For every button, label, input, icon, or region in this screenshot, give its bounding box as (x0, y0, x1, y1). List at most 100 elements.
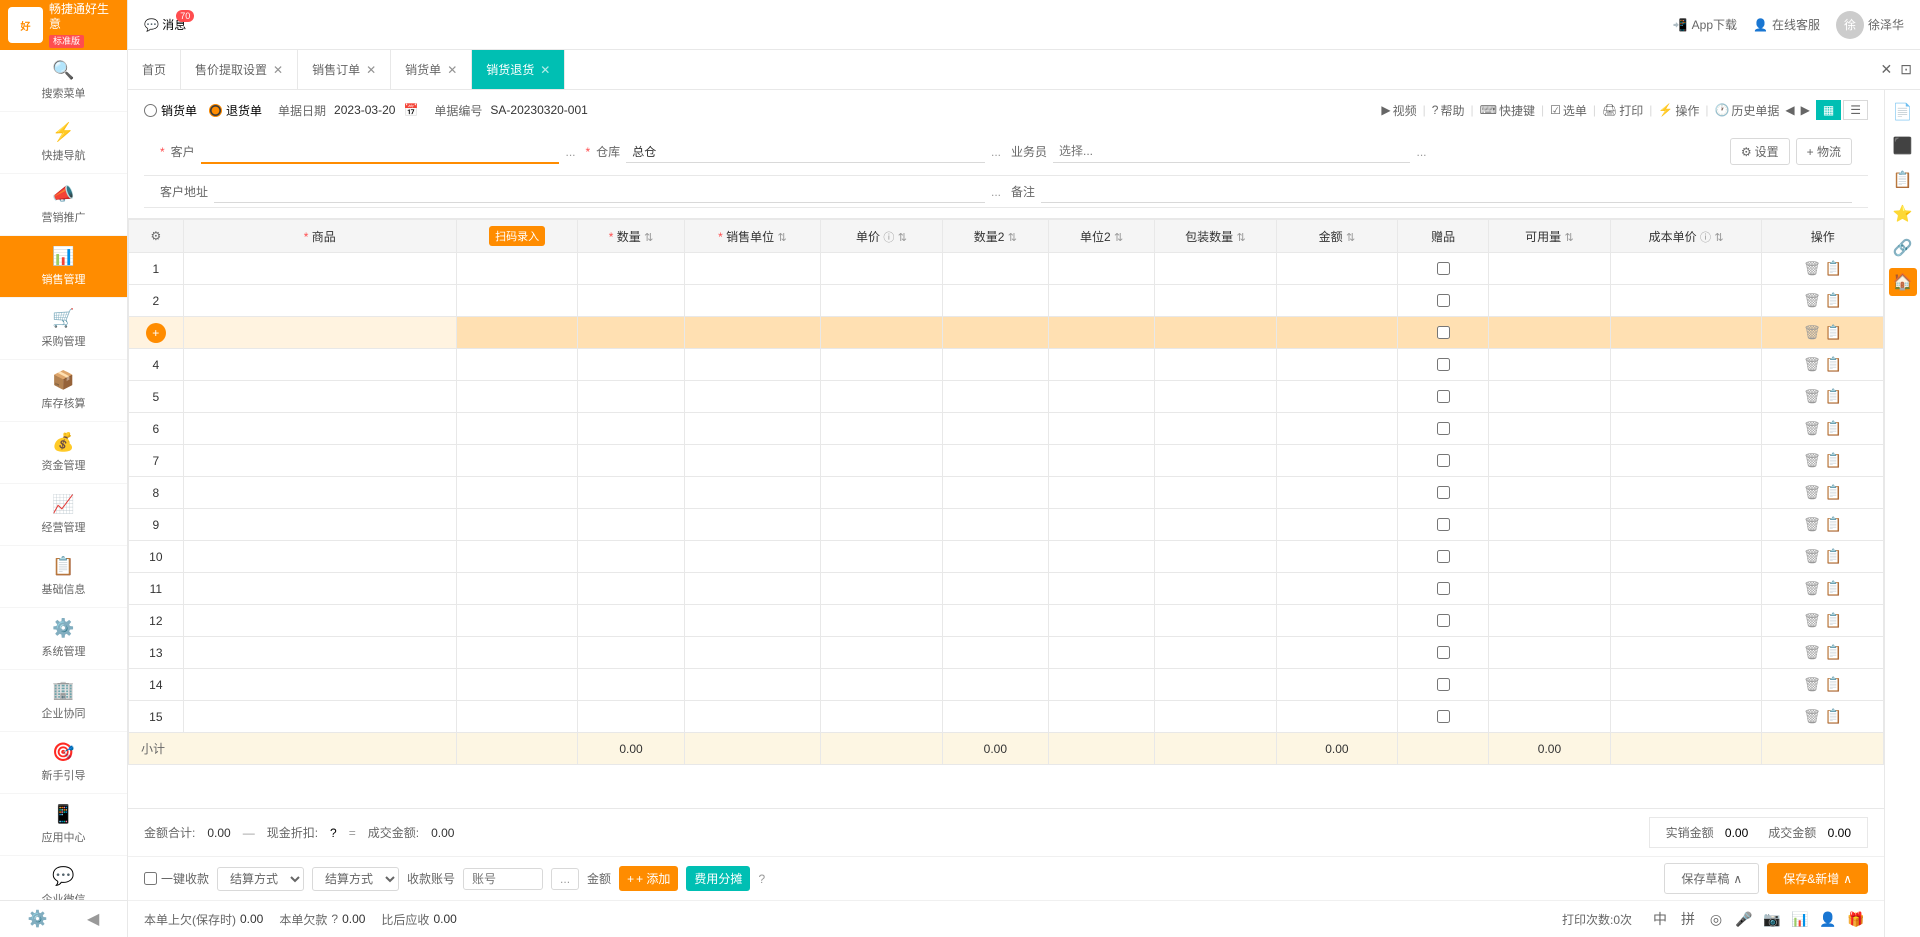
sort-icon4[interactable]: ⇅ (1008, 232, 1017, 244)
view-btn-list[interactable]: ☰ (1843, 100, 1868, 120)
sidebar-item-purchase[interactable]: 🛒 采购管理 (0, 298, 127, 360)
sidebar-item-shortcut[interactable]: ⚡ 快捷导航 (0, 112, 127, 174)
quantity-cell-1[interactable] (578, 253, 684, 285)
add-row-btn[interactable]: + (146, 323, 166, 343)
calendar-icon[interactable]: 📅 (403, 103, 418, 117)
operate-btn[interactable]: ⚡ 操作 (1658, 102, 1699, 119)
account-dots-btn[interactable]: ... (551, 868, 579, 890)
toolbar-icon-mic[interactable]: 🎤 (1732, 907, 1756, 931)
address-input[interactable] (214, 180, 985, 203)
cost-price-cell-3[interactable] (1610, 317, 1762, 349)
radio-return-input[interactable] (209, 104, 222, 117)
quantity-cell-3[interactable] (578, 317, 684, 349)
sales-unit-cell-3[interactable] (684, 317, 821, 349)
gift-checkbox-4[interactable] (1437, 358, 1450, 371)
video-btn[interactable]: ▶ 视频 (1381, 102, 1416, 119)
note-input[interactable] (1041, 180, 1852, 203)
gift-checkbox-5[interactable] (1437, 390, 1450, 403)
toolbar-icon-zh[interactable]: 中 (1648, 907, 1672, 931)
toolbar-icon-circle[interactable]: ◎ (1704, 907, 1728, 931)
product-input-3[interactable] (190, 326, 450, 340)
sidebar-item-basic[interactable]: 📋 基础信息 (0, 546, 127, 608)
sort-icon8[interactable]: ⇅ (1565, 232, 1574, 244)
unit2-cell-3[interactable] (1048, 317, 1154, 349)
customer-select-btn[interactable]: ... (565, 145, 575, 159)
delete-btn-2[interactable]: 🗑 (1803, 292, 1821, 309)
qty2-cell-3[interactable] (942, 317, 1048, 349)
float-icon-square[interactable]: ⬛ (1889, 132, 1917, 160)
sort-icon9[interactable]: ⇅ (1714, 232, 1723, 244)
unit2-cell-1[interactable] (1048, 253, 1154, 285)
copy-btn-3[interactable]: 📋 (1825, 324, 1842, 341)
available-cell-3[interactable] (1489, 317, 1610, 349)
unit-price-cell-1[interactable] (821, 253, 942, 285)
qty2-cell-2[interactable] (942, 285, 1048, 317)
sort-icon7[interactable]: ⇅ (1346, 232, 1355, 244)
collapse-button[interactable]: ◀ (87, 909, 99, 929)
sort-icon3[interactable]: ⇅ (898, 232, 907, 244)
unit-price-cell-2[interactable] (821, 285, 942, 317)
history-btn[interactable]: 🕐 历史单据 (1714, 102, 1779, 119)
tab-price-settings[interactable]: 售价提取设置 ✕ (181, 50, 298, 89)
amount-cell-2[interactable] (1276, 285, 1397, 317)
maximize-window-button[interactable]: ⊡ (1900, 61, 1912, 78)
sidebar-item-finance[interactable]: 💰 资金管理 (0, 422, 127, 484)
sidebar-item-search[interactable]: 🔍 搜索菜单 (0, 50, 127, 112)
save-draft-button[interactable]: 保存草稿 ∧ (1664, 863, 1759, 894)
add-payment-button[interactable]: + + 添加 (619, 866, 678, 891)
radio-sale[interactable]: 销货单 (144, 102, 197, 119)
sort-icon5[interactable]: ⇅ (1114, 232, 1123, 244)
sidebar-item-operation[interactable]: 📈 经营管理 (0, 484, 127, 546)
address-select-btn[interactable]: ... (991, 185, 1001, 199)
prev-btn[interactable]: ◀ (1785, 103, 1794, 117)
user-profile[interactable]: 徐 徐泽华 (1836, 11, 1904, 39)
tab-sales-return[interactable]: 销货退货 ✕ (472, 50, 565, 89)
copy-btn-4[interactable]: 📋 (1825, 356, 1842, 373)
salesperson-input[interactable] (1053, 140, 1410, 163)
account-input[interactable] (463, 868, 543, 890)
unit2-cell-2[interactable] (1048, 285, 1154, 317)
calc-method-select[interactable]: 结算方式 (312, 867, 399, 891)
float-icon-home[interactable]: 🏠 (1889, 268, 1917, 296)
logistics-button[interactable]: + 物流 (1796, 138, 1852, 165)
product-cell-1[interactable] (183, 253, 456, 285)
gift-checkbox-1[interactable] (1437, 262, 1450, 275)
sort-icon[interactable]: ⇅ (644, 232, 653, 244)
salesperson-select-btn[interactable]: ... (1416, 145, 1426, 159)
th-settings[interactable]: ⚙ (129, 220, 184, 253)
online-service-button[interactable]: 👤 在线客服 (1753, 16, 1820, 33)
tab-sales-order-close[interactable]: ✕ (366, 63, 376, 77)
gift-checkbox-2[interactable] (1437, 294, 1450, 307)
sidebar-item-inventory[interactable]: 📦 库存核算 (0, 360, 127, 422)
amount-cell-3[interactable] (1276, 317, 1397, 349)
save-new-button[interactable]: 保存&新增 ∧ (1767, 863, 1868, 894)
tab-sales-return-close[interactable]: ✕ (540, 63, 550, 77)
accounting-select[interactable]: 结算方式 (217, 867, 304, 891)
delete-btn-4[interactable]: 🗑 (1803, 356, 1821, 373)
float-icon-doc[interactable]: 📄 (1889, 98, 1917, 126)
tab-sales-delivery-close[interactable]: ✕ (447, 63, 457, 77)
float-icon-link[interactable]: 🔗 (1889, 234, 1917, 262)
view-btn-grid[interactable]: ▦ (1816, 100, 1841, 120)
cost-price-cell-2[interactable] (1610, 285, 1762, 317)
product-cell-2[interactable] (183, 285, 456, 317)
help-btn[interactable]: ? 帮助 (1432, 102, 1465, 119)
warehouse-input[interactable] (626, 140, 985, 163)
sidebar-item-system[interactable]: ⚙️ 系统管理 (0, 608, 127, 670)
quantity-cell-2[interactable] (578, 285, 684, 317)
amount-cell-1[interactable] (1276, 253, 1397, 285)
customer-input[interactable] (201, 140, 560, 164)
warehouse-select-btn[interactable]: ... (991, 145, 1001, 159)
product-cell-3[interactable] (183, 317, 456, 349)
sidebar-item-company[interactable]: 🏢 企业协同 (0, 670, 127, 732)
toolbar-icon-pin[interactable]: 拼 (1676, 907, 1700, 931)
pkg-qty-cell-3[interactable] (1155, 317, 1276, 349)
available-cell-1[interactable] (1489, 253, 1610, 285)
sidebar-item-marketing[interactable]: 📣 营销推广 (0, 174, 127, 236)
sidebar-item-guide[interactable]: 🎯 新手引导 (0, 732, 127, 794)
radio-return[interactable]: 退货单 (209, 102, 262, 119)
unit-price-cell-3[interactable] (821, 317, 942, 349)
float-icon-clipboard[interactable]: 📋 (1889, 166, 1917, 194)
settings-icon[interactable]: ⚙ (150, 229, 161, 243)
cost-price-cell-1[interactable] (1610, 253, 1762, 285)
